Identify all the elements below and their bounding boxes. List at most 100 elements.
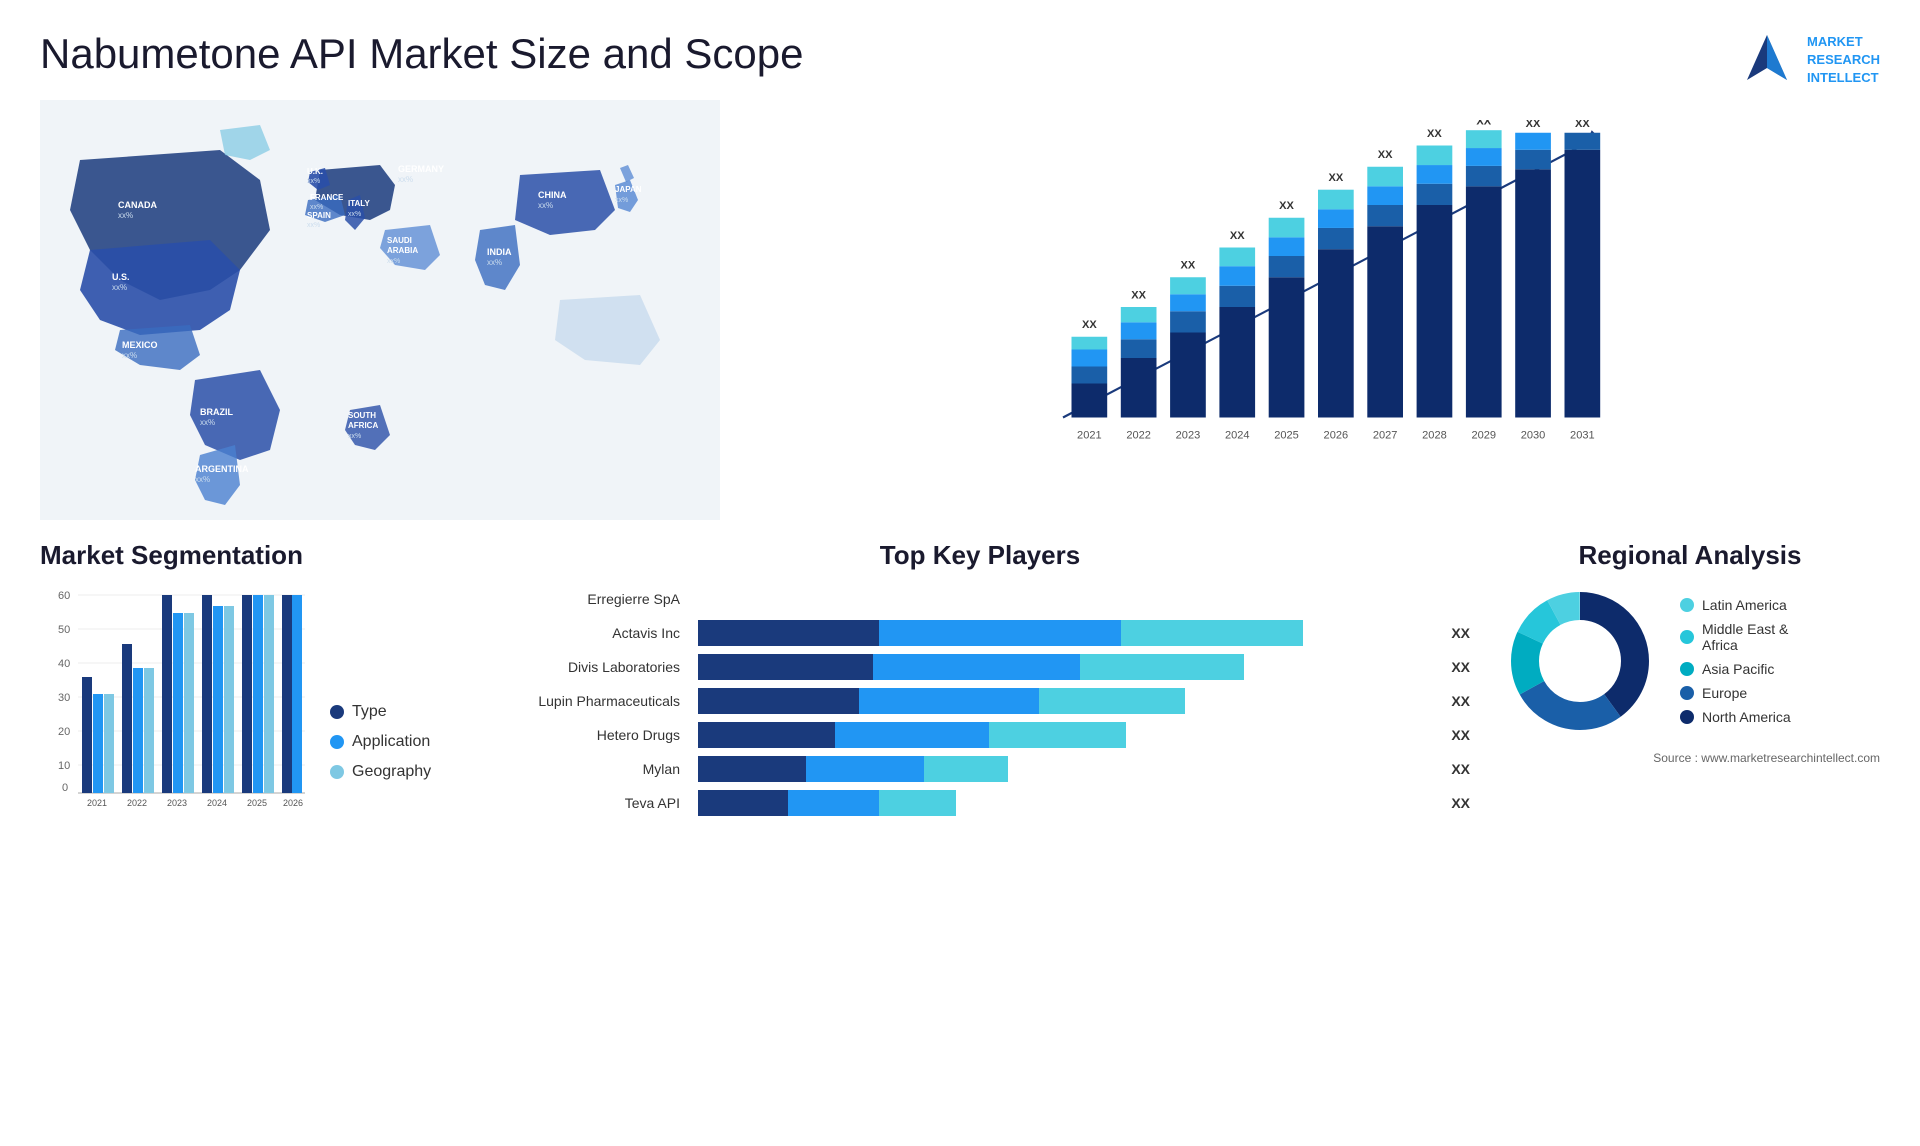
- svg-text:SAUDI: SAUDI: [387, 236, 412, 245]
- svg-text:xx%: xx%: [307, 178, 320, 185]
- player-row: Mylan XX: [490, 756, 1470, 782]
- svg-text:xx%: xx%: [348, 211, 361, 218]
- donut-chart-svg: [1500, 581, 1660, 741]
- svg-text:XX: XX: [1230, 230, 1245, 242]
- logo-icon: [1737, 30, 1797, 90]
- player-row: Lupin Pharmaceuticals XX: [490, 688, 1470, 714]
- asia-pacific-label: Asia Pacific: [1702, 661, 1774, 677]
- svg-text:xx%: xx%: [615, 197, 628, 204]
- player-row: Erregierre SpA: [490, 586, 1470, 612]
- reg-legend-asia-pacific: Asia Pacific: [1680, 661, 1791, 677]
- player-value: XX: [1451, 727, 1470, 743]
- europe-dot: [1680, 686, 1694, 700]
- svg-text:2030: 2030: [1521, 430, 1546, 442]
- latin-america-dot: [1680, 598, 1694, 612]
- svg-text:2024: 2024: [207, 798, 227, 808]
- svg-text:xx%: xx%: [195, 475, 210, 484]
- svg-text:2026: 2026: [1324, 430, 1349, 442]
- svg-text:2022: 2022: [1126, 430, 1151, 442]
- svg-text:JAPAN: JAPAN: [615, 185, 642, 194]
- logo-text: MARKET RESEARCH INTELLECT: [1807, 33, 1880, 88]
- player-value: XX: [1451, 693, 1470, 709]
- application-dot: [330, 735, 344, 749]
- svg-text:2024: 2024: [1225, 430, 1250, 442]
- top-content: CANADA xx% U.S. xx% MEXICO xx% BRAZIL xx…: [0, 100, 1920, 520]
- north-america-label: North America: [1702, 709, 1791, 725]
- player-value: XX: [1451, 795, 1470, 811]
- player-value: XX: [1451, 761, 1470, 777]
- regional-analysis-section: Regional Analysis Latin America: [1500, 540, 1880, 765]
- segmentation-title: Market Segmentation: [40, 540, 460, 571]
- donut-container: Latin America Middle East &Africa Asia P…: [1500, 581, 1880, 741]
- svg-text:SPAIN: SPAIN: [307, 211, 331, 220]
- world-map-section: CANADA xx% U.S. xx% MEXICO xx% BRAZIL xx…: [40, 100, 720, 520]
- svg-text:ITALY: ITALY: [348, 199, 370, 208]
- source-text: Source : www.marketresearchintellect.com: [1500, 751, 1880, 765]
- player-name: Teva API: [490, 795, 690, 811]
- player-row: Teva API XX: [490, 790, 1470, 816]
- regional-legend: Latin America Middle East &Africa Asia P…: [1680, 597, 1791, 725]
- player-row: Hetero Drugs XX: [490, 722, 1470, 748]
- player-bar-container: [698, 790, 1435, 816]
- svg-text:CANADA: CANADA: [118, 200, 157, 210]
- svg-text:ARABIA: ARABIA: [387, 246, 418, 255]
- player-value: XX: [1451, 625, 1470, 641]
- legend-application-label: Application: [352, 733, 430, 751]
- svg-text:BRAZIL: BRAZIL: [200, 407, 233, 417]
- latin-america-label: Latin America: [1702, 597, 1787, 613]
- svg-text:XX: XX: [1378, 149, 1393, 161]
- svg-text:CHINA: CHINA: [538, 190, 567, 200]
- reg-legend-north-america: North America: [1680, 709, 1791, 725]
- key-players-section: Top Key Players Erregierre SpA Actavis I…: [490, 540, 1470, 824]
- svg-text:XX: XX: [1279, 200, 1294, 212]
- svg-text:SOUTH: SOUTH: [348, 411, 376, 420]
- logo: MARKET RESEARCH INTELLECT: [1737, 30, 1880, 90]
- svg-text:INDIA: INDIA: [487, 247, 512, 257]
- header: Nabumetone API Market Size and Scope MAR…: [0, 0, 1920, 100]
- svg-text:2025: 2025: [247, 798, 267, 808]
- svg-text:2029: 2029: [1471, 430, 1496, 442]
- svg-text:2025: 2025: [1274, 430, 1299, 442]
- svg-text:XX: XX: [1427, 128, 1442, 140]
- legend-application: Application: [330, 733, 431, 751]
- segmentation-legend: Type Application Geography: [330, 703, 431, 811]
- svg-text:0: 0: [62, 782, 68, 794]
- player-bar-container: [698, 586, 1454, 612]
- player-name: Hetero Drugs: [490, 727, 690, 743]
- svg-text:AFRICA: AFRICA: [348, 421, 378, 430]
- svg-text:2023: 2023: [167, 798, 187, 808]
- svg-text:XX: XX: [1082, 319, 1097, 331]
- svg-text:20: 20: [58, 726, 70, 738]
- svg-text:50: 50: [58, 624, 70, 636]
- svg-text:GERMANY: GERMANY: [398, 164, 444, 174]
- player-name: Erregierre SpA: [490, 591, 690, 607]
- svg-text:XX: XX: [1181, 260, 1196, 272]
- market-segmentation-section: Market Segmentation 60 50 40 30 20 10 0: [40, 540, 460, 811]
- legend-type: Type: [330, 703, 431, 721]
- svg-text:XX: XX: [1476, 120, 1491, 127]
- north-america-dot: [1680, 710, 1694, 724]
- player-name: Actavis Inc: [490, 625, 690, 641]
- legend-type-label: Type: [352, 703, 387, 721]
- svg-text:2026: 2026: [283, 798, 303, 808]
- player-name: Mylan: [490, 761, 690, 777]
- svg-text:2023: 2023: [1176, 430, 1201, 442]
- reg-legend-europe: Europe: [1680, 685, 1791, 701]
- svg-text:xx%: xx%: [398, 175, 413, 184]
- europe-label: Europe: [1702, 685, 1747, 701]
- svg-text:xx%: xx%: [122, 351, 137, 360]
- player-row: Divis Laboratories XX: [490, 654, 1470, 680]
- svg-text:2031: 2031: [1570, 430, 1595, 442]
- reg-legend-mea: Middle East &Africa: [1680, 621, 1791, 653]
- svg-text:FRANCE: FRANCE: [310, 193, 344, 202]
- regional-title: Regional Analysis: [1500, 540, 1880, 571]
- svg-text:U.S.: U.S.: [112, 272, 130, 282]
- legend-geography: Geography: [330, 763, 431, 781]
- player-bar-container: [698, 722, 1435, 748]
- svg-text:2022: 2022: [127, 798, 147, 808]
- player-bar-container: [698, 688, 1435, 714]
- svg-text:XX: XX: [1526, 120, 1541, 130]
- svg-text:xx%: xx%: [387, 258, 400, 265]
- page-title: Nabumetone API Market Size and Scope: [40, 30, 803, 78]
- svg-text:xx%: xx%: [310, 204, 323, 211]
